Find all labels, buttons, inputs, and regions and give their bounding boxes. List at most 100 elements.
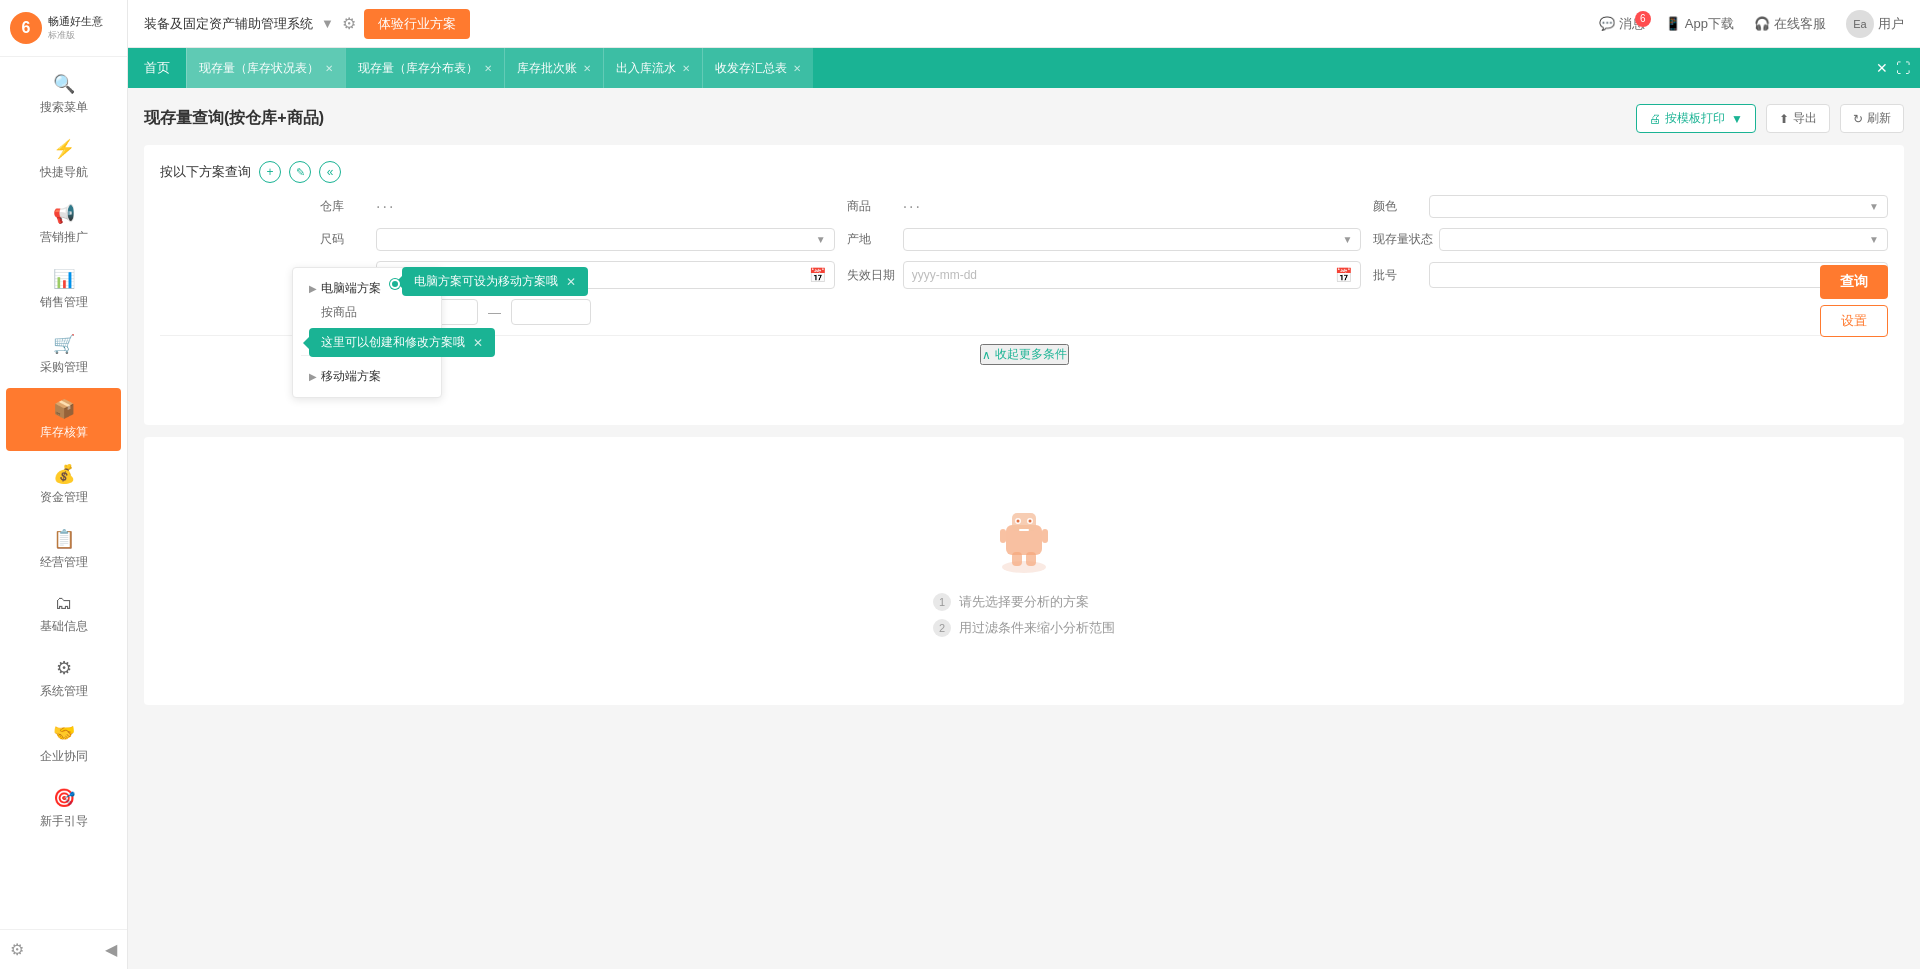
sidebar-item-purchase[interactable]: 🛒 采购管理	[6, 323, 121, 386]
refresh-btn[interactable]: ↻ 刷新	[1840, 104, 1904, 133]
export-icon: ⬆	[1779, 112, 1789, 126]
empty-step-2: 2 用过滤条件来缩小分析范围	[933, 619, 1115, 637]
color-select[interactable]: ▼	[1429, 195, 1888, 218]
refresh-icon: ↻	[1853, 112, 1863, 126]
tab-close-all-btn[interactable]: ✕	[1876, 60, 1888, 76]
goods-dots[interactable]: ···	[903, 198, 922, 216]
filter-edit-btn[interactable]: ✎	[289, 161, 311, 183]
scheme-computer-label: 电脑端方案	[321, 280, 381, 297]
print-btn[interactable]: 🖨 按模板打印 ▼	[1636, 104, 1756, 133]
filter-add-btn[interactable]: +	[259, 161, 281, 183]
collapse-btn[interactable]: ∧ 收起更多条件	[980, 344, 1069, 365]
svg-point-5	[1017, 520, 1020, 523]
filter-back-btn[interactable]: «	[319, 161, 341, 183]
sidebar-item-sales[interactable]: 📊 销售管理	[6, 258, 121, 321]
collapse-label: 收起更多条件	[995, 346, 1067, 363]
user-item[interactable]: Ea 用户	[1846, 10, 1904, 38]
tooltip-1-close[interactable]: ✕	[566, 275, 576, 289]
tab-collect-summary[interactable]: 收发存汇总表 ✕	[702, 48, 813, 88]
tooltip-2: 这里可以创建和修改方案哦 ✕	[309, 328, 495, 357]
scheme-mobile[interactable]: ▶ 移动端方案	[301, 364, 433, 389]
goods-label: 商品	[847, 198, 897, 215]
app-download-item[interactable]: 📱 App下载	[1665, 15, 1734, 33]
tab-inventory-status-label: 现存量（库存状况表）	[199, 60, 319, 77]
sidebar-item-inventory[interactable]: 📦 库存核算	[6, 388, 121, 451]
setup-btn[interactable]: 设置	[1820, 305, 1888, 337]
tab-home[interactable]: 首页	[128, 48, 186, 88]
export-btn[interactable]: ⬆ 导出	[1766, 104, 1830, 133]
purchase-icon: 🛒	[53, 333, 75, 355]
inventory-main-max[interactable]	[511, 299, 591, 325]
query-btn[interactable]: 查询	[1820, 265, 1888, 299]
sidebar-item-basics[interactable]: 🗂 基础信息	[6, 583, 121, 645]
expiry-date-field: 失效日期 yyyy-mm-dd 📅	[847, 261, 1362, 289]
collapse-sidebar-btn[interactable]: ◀	[105, 940, 117, 959]
warehouse-dots[interactable]: ···	[376, 198, 395, 216]
main-area: 装备及固定资产辅助管理系统 ▼ ⚙ 体验行业方案 💬 消息 6 📱 App下载 …	[128, 0, 1920, 969]
sidebar-item-finance[interactable]: 💰 资金管理	[6, 453, 121, 516]
online-service-item[interactable]: 🎧 在线客服	[1754, 15, 1826, 33]
sidebar-item-search[interactable]: 🔍 搜索菜单	[6, 63, 121, 126]
settings-bottom-btn[interactable]: ⚙	[10, 940, 24, 959]
collapse-up-icon: ∧	[982, 348, 991, 362]
logo-text-area: 畅通好生意 标准版	[48, 14, 103, 41]
tab-fullscreen-btn[interactable]: ⛶	[1896, 60, 1910, 76]
inventory-status-field: 现存量状态 ▼	[1373, 228, 1888, 251]
tab-close-batch-ledger[interactable]: ✕	[583, 63, 591, 74]
empty-step-1: 1 请先选择要分析的方案	[933, 593, 1115, 611]
scheme-arrow-computer: ▶	[309, 283, 317, 294]
sidebar-item-guide[interactable]: 🎯 新手引导	[6, 777, 121, 840]
expiry-date-placeholder: yyyy-mm-dd	[912, 268, 977, 282]
topbar: 装备及固定资产辅助管理系统 ▼ ⚙ 体验行业方案 💬 消息 6 📱 App下载 …	[128, 0, 1920, 48]
expiry-date-input[interactable]: yyyy-mm-dd 📅	[903, 261, 1362, 289]
sidebar-item-system[interactable]: ⚙ 系统管理	[6, 647, 121, 710]
industry-btn[interactable]: 体验行业方案	[364, 9, 470, 39]
tab-in-out-flow[interactable]: 出入库流水 ✕	[603, 48, 702, 88]
filter-header: 按以下方案查询 + ✎ «	[160, 161, 1888, 183]
page-header: 现存量查询(按仓库+商品) 🖨 按模板打印 ▼ ⬆ 导出 ↻ 刷新	[144, 104, 1904, 133]
sidebar-label-operations: 经营管理	[40, 554, 88, 571]
svg-point-6	[1029, 520, 1032, 523]
tab-close-in-out-flow[interactable]: ✕	[682, 63, 690, 74]
calendar-icon-2[interactable]: 📅	[1335, 267, 1352, 283]
sidebar-item-quicknav[interactable]: ⚡ 快捷导航	[6, 128, 121, 191]
sidebar-item-marketing[interactable]: 📢 营销推广	[6, 193, 121, 256]
sales-icon: 📊	[53, 268, 75, 290]
warehouse-label: 仓库	[320, 198, 370, 215]
tab-close-collect-summary[interactable]: ✕	[793, 63, 801, 74]
headset-icon: 🎧	[1754, 16, 1770, 31]
calendar-icon-1[interactable]: 📅	[809, 267, 826, 283]
step-num-2: 2	[933, 619, 951, 637]
tab-batch-ledger[interactable]: 库存批次账 ✕	[504, 48, 603, 88]
tab-close-inventory-dist[interactable]: ✕	[484, 63, 492, 74]
tab-inventory-dist[interactable]: 现存量（库存分布表） ✕	[345, 48, 504, 88]
scheme-sub-1[interactable]: 按商品	[301, 301, 433, 324]
marketing-icon: 📢	[53, 203, 75, 225]
sidebar-item-operations[interactable]: 📋 经营管理	[6, 518, 121, 581]
origin-select[interactable]: ▼	[903, 228, 1362, 251]
tab-inventory-status[interactable]: 现存量（库存状况表） ✕	[186, 48, 345, 88]
topbar-settings-icon[interactable]: ⚙	[342, 14, 356, 33]
sidebar-label-quicknav: 快捷导航	[40, 164, 88, 181]
step-1-text: 请先选择要分析的方案	[959, 593, 1089, 611]
empty-state: 1 请先选择要分析的方案 2 用过滤条件来缩小分析范围	[144, 437, 1904, 705]
notification-item[interactable]: 💬 消息 6	[1599, 15, 1645, 33]
scheme-arrow-mobile: ▶	[309, 371, 317, 382]
topbar-dropdown-arrow[interactable]: ▼	[321, 16, 334, 31]
sidebar-label-purchase: 采购管理	[40, 359, 88, 376]
operations-icon: 📋	[53, 528, 75, 550]
size-select[interactable]: ▼	[376, 228, 835, 251]
logo-icon: 6	[10, 12, 42, 44]
edit-icon: ✎	[296, 166, 305, 179]
inventory-status-select[interactable]: ▼	[1439, 228, 1888, 251]
batch-field: 批号	[1373, 262, 1888, 288]
tab-inventory-dist-label: 现存量（库存分布表）	[358, 60, 478, 77]
size-label: 尺码	[320, 231, 370, 248]
sidebar-item-enterprise[interactable]: 🤝 企业协同	[6, 712, 121, 775]
tab-close-inventory-status[interactable]: ✕	[325, 63, 333, 74]
filter-fields-area: 仓库 ··· 商品 ··· 颜色 ▼	[320, 195, 1888, 325]
guide-icon: 🎯	[53, 787, 75, 809]
avatar-text: Ea	[1853, 18, 1866, 30]
empty-steps: 1 请先选择要分析的方案 2 用过滤条件来缩小分析范围	[933, 593, 1115, 645]
tooltip-2-close[interactable]: ✕	[473, 336, 483, 350]
